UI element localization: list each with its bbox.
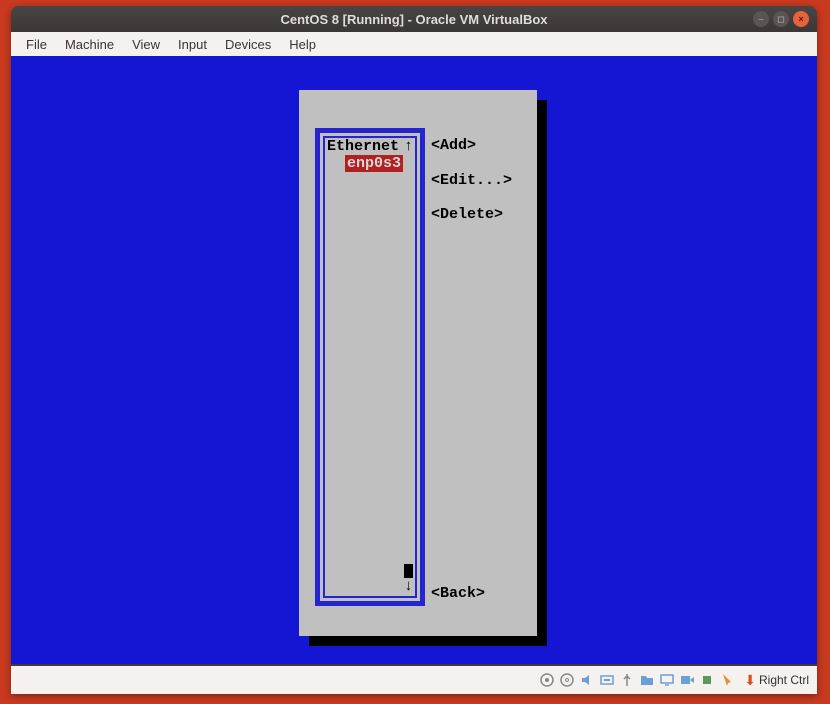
minimize-icon[interactable]: –: [753, 11, 769, 27]
virtualbox-window: CentOS 8 [Running] - Oracle VM VirtualBo…: [11, 6, 817, 694]
action-buttons: <Add> <Edit...> <Delete>: [431, 138, 512, 242]
cpu-icon[interactable]: [698, 672, 715, 689]
menu-machine[interactable]: Machine: [56, 34, 123, 55]
menu-file[interactable]: File: [17, 34, 56, 55]
connection-type-heading: Ethernet: [325, 138, 399, 155]
menu-help[interactable]: Help: [280, 34, 325, 55]
shared-folder-icon[interactable]: [638, 672, 655, 689]
menu-input[interactable]: Input: [169, 34, 216, 55]
scrollbar-thumb[interactable]: [404, 564, 413, 578]
back-button[interactable]: <Back>: [431, 585, 485, 602]
window-title: CentOS 8 [Running] - Oracle VM VirtualBo…: [280, 12, 547, 27]
harddisk-icon[interactable]: [538, 672, 555, 689]
audio-icon[interactable]: [578, 672, 595, 689]
mouse-integration-icon[interactable]: [718, 672, 735, 689]
scroll-down-arrow-icon[interactable]: ↓: [404, 578, 413, 595]
maximize-icon[interactable]: ◻: [773, 11, 789, 27]
recording-icon[interactable]: [678, 672, 695, 689]
vm-display: Ethernet ↑ enp0s3 ↓ <Add> <Edit...> <Del…: [11, 56, 817, 664]
network-icon[interactable]: [598, 672, 615, 689]
scroll-up-arrow-icon[interactable]: ↑: [404, 138, 415, 155]
connection-item-selected[interactable]: enp0s3: [345, 155, 403, 172]
menubar: File Machine View Input Devices Help: [11, 32, 817, 56]
usb-icon[interactable]: [618, 672, 635, 689]
connection-list-frame: Ethernet ↑ enp0s3 ↓: [315, 128, 425, 606]
display-icon[interactable]: [658, 672, 675, 689]
edit-button[interactable]: <Edit...>: [431, 173, 512, 190]
connection-list[interactable]: Ethernet ↑ enp0s3 ↓: [323, 136, 417, 598]
host-key-arrow-icon: ⬇: [744, 672, 756, 689]
menu-devices[interactable]: Devices: [216, 34, 280, 55]
host-key-indicator[interactable]: ⬇ Right Ctrl: [744, 672, 809, 689]
host-key-label: Right Ctrl: [759, 673, 809, 687]
window-titlebar: CentOS 8 [Running] - Oracle VM VirtualBo…: [11, 6, 817, 32]
statusbar: ⬇ Right Ctrl: [11, 666, 817, 694]
nmtui-dialog: Ethernet ↑ enp0s3 ↓ <Add> <Edit...> <Del…: [299, 90, 537, 636]
delete-button[interactable]: <Delete>: [431, 207, 512, 224]
close-icon[interactable]: ×: [793, 11, 809, 27]
optical-icon[interactable]: [558, 672, 575, 689]
add-button[interactable]: <Add>: [431, 138, 512, 155]
menu-view[interactable]: View: [123, 34, 169, 55]
